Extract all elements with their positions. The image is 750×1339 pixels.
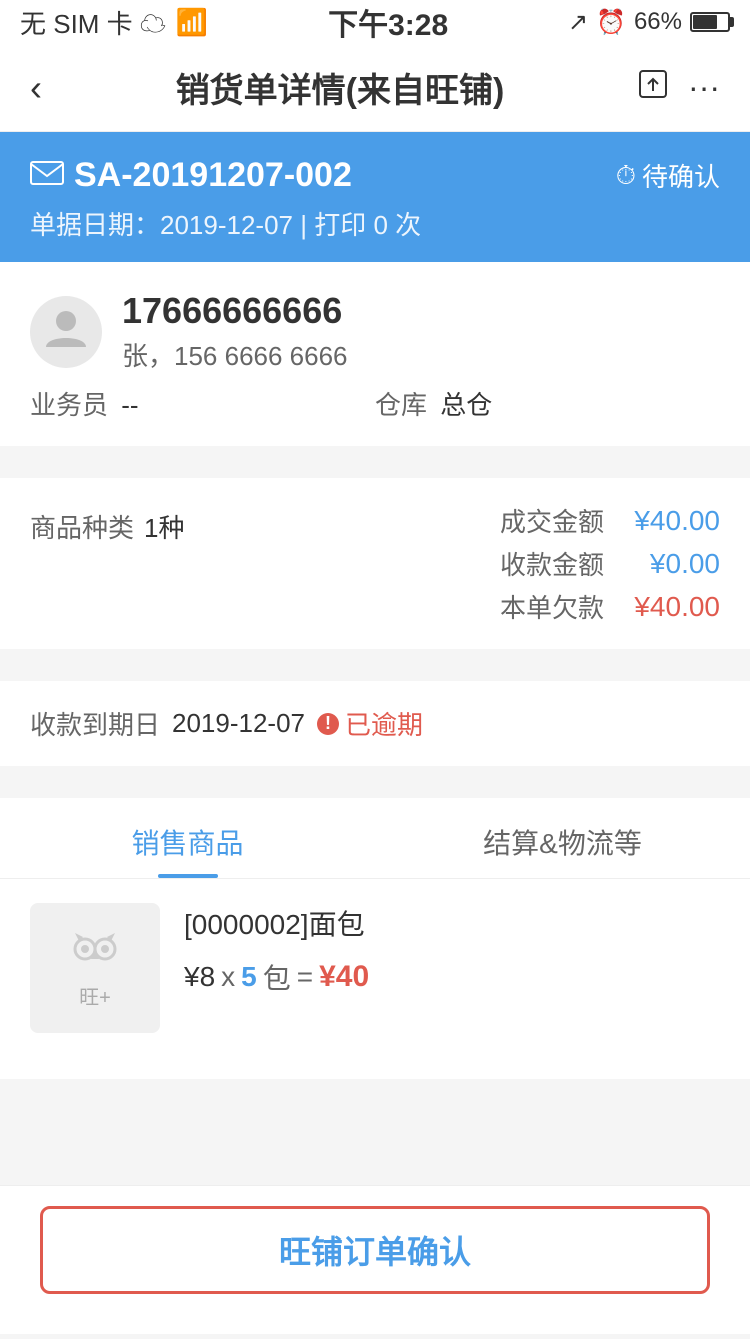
product-total: ¥40	[319, 960, 369, 994]
collected-line: 收款金额 ¥0.00	[500, 545, 720, 582]
back-button[interactable]: ‹	[30, 67, 42, 109]
tab-sales[interactable]: 销售商品	[0, 798, 375, 878]
product-qty: 5	[241, 961, 257, 993]
customer-phone: 17666666666	[122, 290, 348, 332]
due-section: 收款到期日 2019-12-07 ! 已逾期	[0, 681, 750, 766]
owed-line: 本单欠款 ¥40.00	[500, 588, 720, 625]
order-date: 单据日期：2019-12-07 | 打印 0 次	[30, 205, 720, 242]
tab-settlement[interactable]: 结算&物流等	[375, 798, 750, 878]
product-types: 商品种类 1种	[30, 508, 500, 545]
overdue-badge: ! 已逾期	[317, 705, 423, 742]
status-left: 无 SIM 卡 ☁ 📶	[20, 4, 208, 41]
multiply-symbol: x	[221, 961, 235, 993]
location-icon: ↗	[568, 8, 588, 37]
product-types-value: 1种	[144, 508, 184, 545]
customer-row: 17666666666 张，156 6666 6666	[30, 290, 720, 373]
tab-settlement-label: 结算&物流等	[483, 828, 642, 859]
product-info: [0000002]面包 ¥8 x 5 包 = ¥40	[184, 903, 720, 997]
wifi-icon: 📶	[176, 7, 208, 38]
financials-left: 商品种类 1种	[30, 502, 500, 545]
battery-icon	[690, 12, 730, 32]
warehouse-field: 仓库 总仓	[375, 385, 720, 422]
order-id: SA-20191207-002	[30, 156, 352, 195]
collected-value: ¥0.00	[620, 548, 720, 580]
order-id-icon	[30, 156, 64, 195]
owed-value: ¥40.00	[620, 591, 720, 623]
due-label: 收款到期日	[30, 705, 160, 742]
product-section: 旺+ [0000002]面包 ¥8 x 5 包 = ¥40	[0, 879, 750, 1079]
customer-name: 张，156 6666 6666	[122, 336, 348, 373]
product-unit: 包	[263, 957, 291, 997]
order-id-text: SA-20191207-002	[74, 156, 352, 195]
product-item: 旺+ [0000002]面包 ¥8 x 5 包 = ¥40	[30, 903, 720, 1033]
product-price-row: ¥8 x 5 包 = ¥40	[184, 957, 720, 997]
product-name: [0000002]面包	[184, 903, 720, 943]
warehouse-value: 总仓	[440, 390, 492, 420]
financials-row: 商品种类 1种 成交金额 ¥40.00 收款金额 ¥0.00 本单欠款 ¥40.…	[30, 502, 720, 625]
status-right: ↗ ⏰ 66%	[568, 8, 730, 37]
product-types-label: 商品种类	[30, 508, 134, 545]
owed-label: 本单欠款	[500, 588, 604, 625]
overdue-icon: !	[317, 713, 339, 735]
nav-actions: ···	[638, 69, 720, 107]
status-bar: 无 SIM 卡 ☁ 📶 下午3:28 ↗ ⏰ 66%	[0, 0, 750, 44]
tab-sales-label: 销售商品	[131, 828, 243, 859]
transaction-label: 成交金额	[500, 502, 604, 539]
nav-bar: ‹ 销货单详情(来自旺铺) ···	[0, 44, 750, 132]
order-status: ⏱ 待确认	[616, 157, 720, 194]
warehouse-label: 仓库	[375, 390, 427, 420]
confirm-button[interactable]: 旺铺订单确认	[40, 1206, 710, 1294]
tabs-row: 销售商品 结算&物流等	[0, 798, 750, 879]
equals-symbol: =	[297, 961, 313, 993]
alarm-icon: ⏰	[596, 8, 626, 37]
sim-status: 无 SIM 卡 ☁	[20, 4, 166, 41]
avatar-icon	[42, 303, 90, 361]
status-clock-icon: ⏱	[616, 160, 636, 192]
transaction-value: ¥40.00	[620, 505, 720, 537]
collected-label: 收款金额	[500, 545, 604, 582]
battery-fill	[693, 15, 717, 29]
salesperson-label: 业务员	[30, 390, 108, 420]
transaction-line: 成交金额 ¥40.00	[500, 502, 720, 539]
product-unit-price: ¥8	[184, 961, 215, 993]
overdue-text: 已逾期	[345, 705, 423, 742]
bottom-bar: 旺铺订单确认	[0, 1185, 750, 1334]
order-header: SA-20191207-002 ⏱ 待确认 单据日期：2019-12-07 | …	[0, 132, 750, 262]
salesperson-value: --	[121, 390, 138, 420]
product-thumb-inner: 旺+	[65, 927, 125, 1010]
brand-label: 旺+	[79, 981, 111, 1010]
tabs-section: 销售商品 结算&物流等	[0, 798, 750, 879]
page-title: 销货单详情(来自旺铺)	[176, 63, 505, 112]
customer-section: 17666666666 张，156 6666 6666 业务员 -- 仓库 总仓	[0, 262, 750, 446]
status-text: 待确认	[642, 157, 720, 194]
tab-sales-underline	[158, 874, 218, 878]
status-time: 下午3:28	[328, 0, 448, 44]
more-button[interactable]: ···	[688, 69, 720, 106]
separator-2	[0, 665, 750, 681]
customer-avatar	[30, 296, 102, 368]
due-date-value: 2019-12-07	[172, 708, 305, 739]
share-button[interactable]	[638, 69, 668, 107]
owl-logo	[65, 927, 125, 977]
customer-meta: 业务员 -- 仓库 总仓	[30, 385, 720, 422]
customer-info: 17666666666 张，156 6666 6666	[122, 290, 348, 373]
separator-3	[0, 782, 750, 798]
order-header-top: SA-20191207-002 ⏱ 待确认	[30, 156, 720, 195]
salesperson-field: 业务员 --	[30, 385, 375, 422]
product-thumbnail: 旺+	[30, 903, 160, 1033]
separator-1	[0, 462, 750, 478]
financials-right: 成交金额 ¥40.00 收款金额 ¥0.00 本单欠款 ¥40.00	[500, 502, 720, 625]
financials-section: 商品种类 1种 成交金额 ¥40.00 收款金额 ¥0.00 本单欠款 ¥40.…	[0, 478, 750, 649]
battery-percent: 66%	[634, 8, 682, 36]
